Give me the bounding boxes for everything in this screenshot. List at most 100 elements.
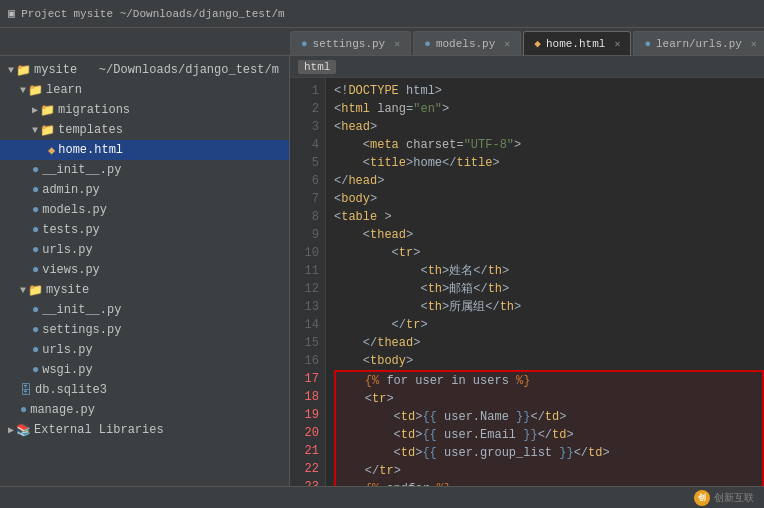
sidebar-label: db.sqlite3 — [35, 383, 107, 397]
py-file-icon: ● — [32, 363, 39, 377]
code-line-14: </tr> — [334, 316, 764, 334]
sidebar-label: settings.py — [42, 323, 121, 337]
sidebar-label: migrations — [58, 103, 130, 117]
sidebar-item-home-html[interactable]: ◆ home.html — [0, 140, 289, 160]
tab-bar: ● settings.py ✕ ● models.py ✕ ◆ home.htm… — [0, 28, 764, 56]
code-line-1: <!DOCTYPE html> — [334, 82, 764, 100]
sidebar-item-settings-py[interactable]: ● settings.py — [0, 320, 289, 340]
py-icon: ● — [301, 38, 308, 50]
expand-arrow-icon: ▼ — [8, 65, 14, 76]
sidebar-label: manage.py — [30, 403, 95, 417]
code-line-23: {% endfor %} — [336, 480, 762, 486]
sidebar-label: wsgi.py — [42, 363, 92, 377]
py-file-icon: ● — [32, 203, 39, 217]
code-line-17: {% for user in users %} — [336, 372, 762, 390]
sidebar-item-tests-py[interactable]: ● tests.py — [0, 220, 289, 240]
folder-icon: 📁 — [28, 83, 43, 98]
sidebar-item-db-sqlite3[interactable]: 🗄 db.sqlite3 — [0, 380, 289, 400]
py-file-icon: ● — [32, 343, 39, 357]
close-icon[interactable]: ✕ — [614, 38, 620, 50]
code-line-18: <tr> — [336, 390, 762, 408]
sidebar-item-templates[interactable]: ▼ 📁 templates — [0, 120, 289, 140]
py-icon: ● — [644, 38, 651, 50]
watermark: 创 创新互联 — [694, 490, 754, 506]
tab-learn-urls-py[interactable]: ● learn/urls.py ✕ — [633, 31, 764, 55]
title-bar-content: ▣ Project mysite ~/Downloads/django_test… — [8, 6, 285, 21]
html-file-icon: ◆ — [48, 143, 55, 158]
watermark-text: 创新互联 — [714, 491, 754, 505]
sidebar-item-manage-py[interactable]: ● manage.py — [0, 400, 289, 420]
breadcrumb-bar: html — [290, 56, 764, 78]
code-line-16: <tbody> — [334, 352, 764, 370]
py-icon: ● — [424, 38, 431, 50]
code-line-4: <meta charset="UTF-8"> — [334, 136, 764, 154]
line-numbers: 1 2 3 4 5 6 7 8 9 10 11 12 13 14 15 16 1 — [290, 78, 326, 486]
code-line-19: <td>{{ user.Name }}</td> — [336, 408, 762, 426]
folder-icon: 📁 — [16, 63, 31, 78]
tab-label: models.py — [436, 38, 495, 50]
code-line-15: </thead> — [334, 334, 764, 352]
sidebar-item-mysite-inner[interactable]: ▼ 📁 mysite — [0, 280, 289, 300]
tab-settings-py[interactable]: ● settings.py ✕ — [290, 31, 411, 55]
close-icon[interactable]: ✕ — [751, 38, 757, 50]
folder-icon: 📁 — [28, 283, 43, 298]
code-line-21: <td>{{ user.group_list }}</td> — [336, 444, 762, 462]
project-icon: ▣ — [8, 6, 15, 21]
bottom-bar: 创 创新互联 — [0, 486, 764, 508]
expand-arrow-icon: ▼ — [32, 125, 38, 136]
code-lines: 1 2 3 4 5 6 7 8 9 10 11 12 13 14 15 16 1 — [290, 78, 764, 486]
main-layout: ▼ 📁 mysite ~/Downloads/django_test/m ▼ 📁… — [0, 56, 764, 486]
py-file-icon: ● — [32, 263, 39, 277]
py-file-icon: ● — [32, 183, 39, 197]
code-line-2: <html lang="en"> — [334, 100, 764, 118]
sidebar-label: __init__.py — [42, 303, 121, 317]
code-line-13: <th>所属组</th> — [334, 298, 764, 316]
project-path: mysite ~/Downloads/django_test/m — [73, 8, 284, 20]
expand-arrow-icon: ▼ — [20, 85, 26, 96]
sidebar-item-models-py[interactable]: ● models.py — [0, 200, 289, 220]
sidebar-item-init-learn[interactable]: ● __init__.py — [0, 160, 289, 180]
py-file-icon: ● — [32, 303, 39, 317]
close-icon[interactable]: ✕ — [394, 38, 400, 50]
folder-icon: 📁 — [40, 103, 55, 118]
sidebar-item-admin-py[interactable]: ● admin.py — [0, 180, 289, 200]
code-line-22: </tr> — [336, 462, 762, 480]
code-content[interactable]: <!DOCTYPE html> <html lang="en"> <head> … — [326, 78, 764, 486]
sidebar-label: urls.py — [42, 343, 92, 357]
sidebar-item-external-libs[interactable]: ▶ 📚 External Libraries — [0, 420, 289, 440]
tab-home-html[interactable]: ◆ home.html ✕ — [523, 31, 631, 55]
code-line-8: <table > — [334, 208, 764, 226]
sidebar-item-mysite-root[interactable]: ▼ 📁 mysite ~/Downloads/django_test/m — [0, 60, 289, 80]
sidebar-label: mysite — [46, 283, 89, 297]
code-line-20: <td>{{ user.Email }}</td> — [336, 426, 762, 444]
tab-models-py[interactable]: ● models.py ✕ — [413, 31, 521, 55]
close-icon[interactable]: ✕ — [504, 38, 510, 50]
breadcrumb-html-tag: html — [298, 60, 336, 74]
sidebar-item-urls-mysite[interactable]: ● urls.py — [0, 340, 289, 360]
sidebar-item-views-py[interactable]: ● views.py — [0, 260, 289, 280]
sidebar-label: tests.py — [42, 223, 100, 237]
html-icon: ◆ — [534, 37, 541, 50]
sidebar-item-wsgi-py[interactable]: ● wsgi.py — [0, 360, 289, 380]
code-editor[interactable]: 1 2 3 4 5 6 7 8 9 10 11 12 13 14 15 16 1 — [290, 78, 764, 486]
code-line-11: <th>姓名</th> — [334, 262, 764, 280]
py-file-icon: ● — [32, 223, 39, 237]
expand-arrow-icon: ▶ — [8, 424, 14, 436]
editor-area: html 1 2 3 4 5 6 7 8 9 10 11 12 — [290, 56, 764, 486]
py-file-icon: ● — [20, 403, 27, 417]
expand-arrow-icon: ▶ — [32, 104, 38, 116]
sidebar-label: urls.py — [42, 243, 92, 257]
py-file-icon: ● — [32, 323, 39, 337]
sidebar-item-init-mysite[interactable]: ● __init__.py — [0, 300, 289, 320]
folder-icon: 📁 — [40, 123, 55, 138]
sidebar-label: mysite ~/Downloads/django_test/m — [34, 63, 279, 77]
title-bar: ▣ Project mysite ~/Downloads/django_test… — [0, 0, 764, 28]
sidebar-item-learn[interactable]: ▼ 📁 learn — [0, 80, 289, 100]
watermark-logo: 创 — [694, 490, 710, 506]
db-file-icon: 🗄 — [20, 383, 32, 398]
sidebar-item-migrations[interactable]: ▶ 📁 migrations — [0, 100, 289, 120]
code-line-10: <tr> — [334, 244, 764, 262]
sidebar-label: External Libraries — [34, 423, 164, 437]
code-line-5: <title>home</title> — [334, 154, 764, 172]
sidebar-item-urls-py[interactable]: ● urls.py — [0, 240, 289, 260]
